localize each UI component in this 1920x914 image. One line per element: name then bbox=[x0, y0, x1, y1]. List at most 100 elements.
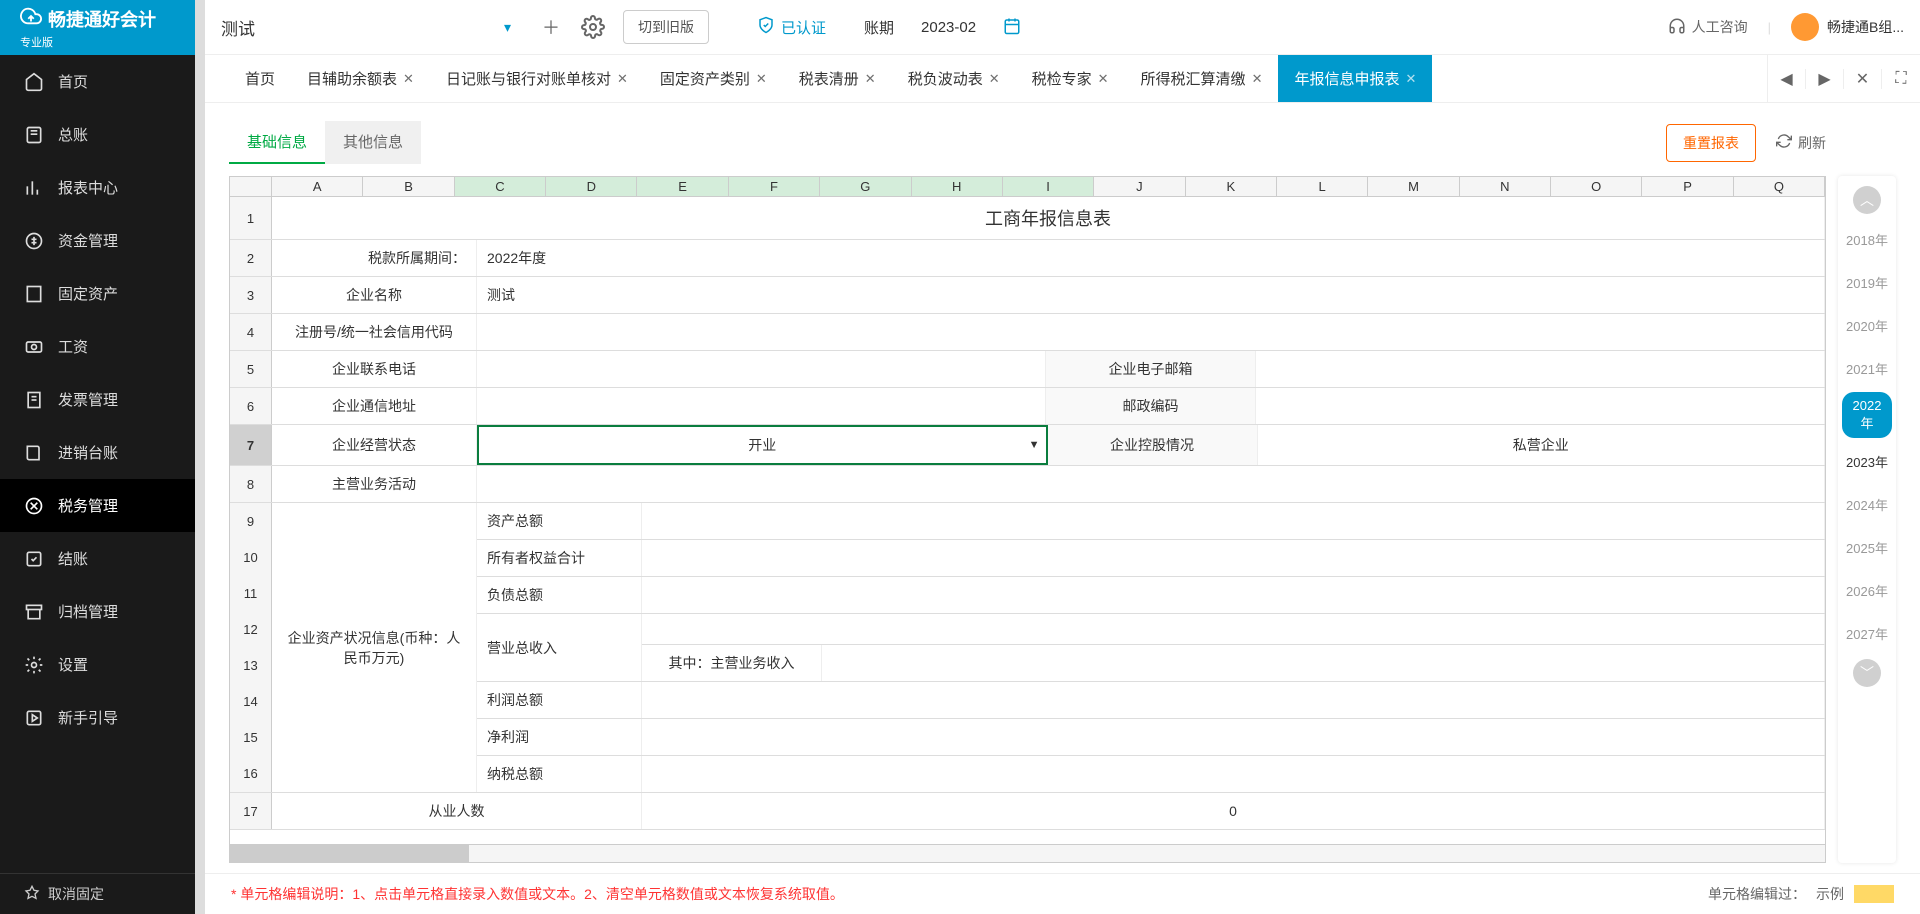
column-header[interactable]: J bbox=[1094, 177, 1185, 196]
main-biz-value[interactable] bbox=[477, 466, 1825, 502]
year-option[interactable]: 2025年 bbox=[1838, 526, 1896, 569]
holding-value[interactable]: 私营企业 bbox=[1258, 425, 1826, 465]
tab[interactable]: 固定资产类别✕ bbox=[644, 55, 783, 102]
refresh-button[interactable]: 刷新 bbox=[1776, 133, 1826, 153]
tab-close-all[interactable]: ✕ bbox=[1844, 69, 1882, 89]
sidebar-item-gear[interactable]: 设置 bbox=[0, 638, 195, 691]
subtab[interactable]: 其他信息 bbox=[325, 121, 421, 164]
column-header[interactable]: G bbox=[820, 177, 911, 196]
sidebar-item-ledger[interactable]: 总账 bbox=[0, 108, 195, 161]
tax-total-value[interactable] bbox=[642, 756, 1825, 792]
tab-scroll-right[interactable]: ▶ bbox=[1806, 69, 1844, 89]
column-header[interactable]: F bbox=[729, 177, 820, 196]
close-icon[interactable]: ✕ bbox=[403, 71, 414, 87]
tab[interactable]: 税检专家✕ bbox=[1016, 55, 1125, 102]
close-icon[interactable]: ✕ bbox=[865, 71, 876, 87]
column-header[interactable]: O bbox=[1551, 177, 1642, 196]
year-down-button[interactable]: ﹀ bbox=[1853, 659, 1881, 687]
sidebar-item-invoice[interactable]: 发票管理 bbox=[0, 373, 195, 426]
row-header[interactable]: 17 bbox=[230, 793, 272, 829]
column-header[interactable]: N bbox=[1460, 177, 1551, 196]
tab[interactable]: 首页 bbox=[229, 55, 291, 102]
year-option[interactable]: 2019年 bbox=[1838, 261, 1896, 304]
reset-report-button[interactable]: 重置报表 bbox=[1666, 124, 1756, 162]
user-menu[interactable]: 畅捷通B组... bbox=[1791, 13, 1904, 41]
select-all-corner[interactable] bbox=[230, 177, 272, 196]
year-option[interactable]: 2027年 bbox=[1838, 612, 1896, 655]
row-header[interactable]: 16 bbox=[230, 756, 272, 792]
column-header[interactable]: Q bbox=[1734, 177, 1825, 196]
year-option[interactable]: 2020年 bbox=[1838, 304, 1896, 347]
tab-scroll-left[interactable]: ◀ bbox=[1768, 69, 1806, 89]
horizontal-scrollbar[interactable] bbox=[230, 844, 1825, 862]
close-icon[interactable]: ✕ bbox=[1098, 71, 1109, 87]
column-header[interactable]: K bbox=[1186, 177, 1277, 196]
year-option[interactable]: 2026年 bbox=[1838, 569, 1896, 612]
row-header[interactable]: 12 bbox=[230, 611, 272, 647]
switch-old-button[interactable]: 切到旧版 bbox=[623, 10, 709, 44]
year-option[interactable]: 2024年 bbox=[1838, 483, 1896, 526]
row-header[interactable]: 13 bbox=[230, 648, 272, 684]
address-value[interactable] bbox=[477, 388, 1046, 424]
row-header[interactable]: 3 bbox=[230, 277, 272, 313]
close-icon[interactable]: ✕ bbox=[1252, 71, 1263, 87]
sidebar-item-building[interactable]: 固定资产 bbox=[0, 267, 195, 320]
main-revenue-value[interactable] bbox=[822, 645, 1825, 681]
add-icon[interactable]: ＋ bbox=[539, 15, 563, 39]
close-icon[interactable]: ✕ bbox=[989, 71, 1000, 87]
row-header[interactable]: 9 bbox=[230, 503, 272, 539]
sidebar-item-guide[interactable]: 新手引导 bbox=[0, 691, 195, 744]
postcode-value[interactable] bbox=[1256, 388, 1825, 424]
row-header[interactable]: 8 bbox=[230, 466, 272, 502]
sheet-body[interactable]: 1 工商年报信息表 2 税款所属期间： 2022年度 3 企业名称 测试 4 bbox=[230, 197, 1825, 844]
unpin-button[interactable]: 取消固定 bbox=[0, 873, 195, 914]
row-header[interactable]: 15 bbox=[230, 720, 272, 756]
sidebar-scrollbar[interactable] bbox=[195, 0, 205, 914]
calendar-icon[interactable] bbox=[1003, 17, 1021, 38]
column-header[interactable]: H bbox=[912, 177, 1003, 196]
row-header[interactable]: 14 bbox=[230, 684, 272, 720]
year-up-button[interactable]: ︿ bbox=[1853, 186, 1881, 214]
sidebar-item-tax[interactable]: 税务管理 bbox=[0, 479, 195, 532]
sidebar-item-book[interactable]: 进销台账 bbox=[0, 426, 195, 479]
column-header[interactable]: M bbox=[1368, 177, 1459, 196]
tab[interactable]: 所得税汇算清缴✕ bbox=[1125, 55, 1279, 102]
row-header[interactable]: 2 bbox=[230, 240, 272, 276]
column-header[interactable]: I bbox=[1003, 177, 1094, 196]
gear-icon[interactable] bbox=[581, 15, 605, 39]
close-icon[interactable]: ✕ bbox=[756, 71, 767, 87]
row-header[interactable]: 1 bbox=[230, 197, 272, 239]
row-header[interactable]: 5 bbox=[230, 351, 272, 387]
row-header[interactable]: 10 bbox=[230, 539, 272, 575]
row-header[interactable]: 7 bbox=[230, 425, 272, 465]
email-value[interactable] bbox=[1256, 351, 1825, 387]
tab[interactable]: 日记账与银行对账单核对✕ bbox=[430, 55, 644, 102]
sidebar-item-close[interactable]: 结账 bbox=[0, 532, 195, 585]
sidebar-item-salary[interactable]: 工资 bbox=[0, 320, 195, 373]
reg-code-value[interactable] bbox=[477, 314, 1825, 350]
revenue-value[interactable] bbox=[642, 614, 1825, 645]
row-header[interactable]: 6 bbox=[230, 388, 272, 424]
year-option[interactable]: 2021年 bbox=[1838, 347, 1896, 390]
sidebar-item-money[interactable]: 资金管理 bbox=[0, 214, 195, 267]
column-header[interactable]: E bbox=[637, 177, 728, 196]
tab[interactable]: 目辅助余额表✕ bbox=[291, 55, 430, 102]
equity-value[interactable] bbox=[642, 540, 1825, 576]
period-value-cell[interactable]: 2022年度 bbox=[477, 240, 1825, 276]
year-option[interactable]: 2023年 bbox=[1838, 440, 1896, 483]
fullscreen-icon[interactable]: ⛶ bbox=[1882, 70, 1920, 88]
net-profit-value[interactable] bbox=[642, 719, 1825, 755]
row-header[interactable]: 11 bbox=[230, 575, 272, 611]
sidebar-item-home[interactable]: 首页 bbox=[0, 55, 195, 108]
company-name-value[interactable]: 测试 bbox=[477, 277, 1825, 313]
period-value[interactable]: 2023-02 bbox=[912, 14, 985, 41]
year-option[interactable]: 2018年 bbox=[1838, 218, 1896, 261]
employees-value[interactable]: 0 bbox=[642, 793, 1825, 829]
row-header[interactable]: 4 bbox=[230, 314, 272, 350]
column-header[interactable]: L bbox=[1277, 177, 1368, 196]
tab[interactable]: 年报信息申报表✕ bbox=[1278, 55, 1432, 102]
column-header[interactable]: A bbox=[272, 177, 363, 196]
column-header[interactable]: B bbox=[363, 177, 454, 196]
sidebar-item-archive[interactable]: 归档管理 bbox=[0, 585, 195, 638]
profit-value[interactable] bbox=[642, 682, 1825, 718]
